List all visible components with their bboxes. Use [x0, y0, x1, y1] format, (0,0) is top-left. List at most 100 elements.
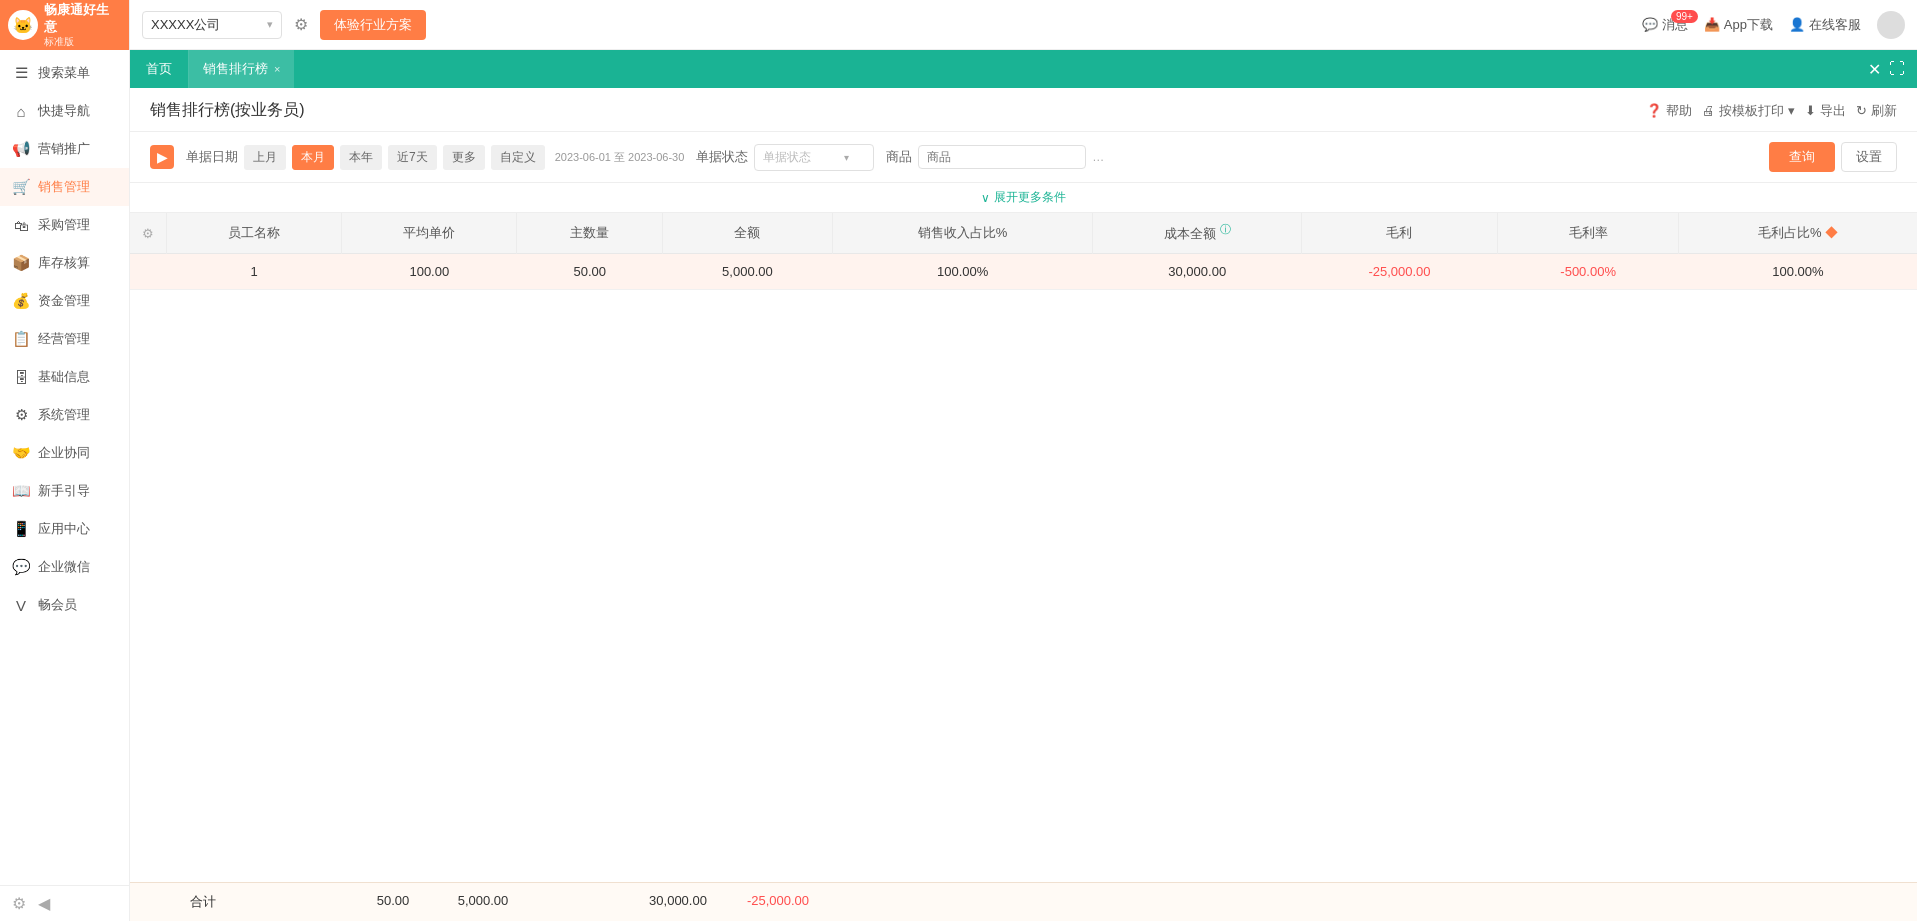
help-button[interactable]: ❓ 帮助 — [1646, 102, 1692, 120]
expand-area: ∨ 展开更多条件 — [130, 183, 1917, 213]
date-this-month[interactable]: 本月 — [292, 145, 334, 170]
date-last-month[interactable]: 上月 — [244, 145, 286, 170]
sidebar-item-label: 采购管理 — [38, 216, 90, 234]
page-actions: ❓ 帮助 🖨 按模板打印 ▾ ⬇ 导出 ↻ 刷新 — [1646, 102, 1897, 120]
support-icon: 👤 — [1789, 17, 1805, 32]
sidebar-item-enterprise[interactable]: 🤝 企业协同 — [0, 434, 129, 472]
date-more[interactable]: 更多 — [443, 145, 485, 170]
bag-icon: 🛍 — [12, 217, 30, 234]
message-icon: 💬 — [1642, 17, 1658, 32]
help-icon: ❓ — [1646, 103, 1662, 118]
sidebar-item-base[interactable]: 🗄 基础信息 — [0, 358, 129, 396]
export-icon: ⬇ — [1805, 103, 1816, 118]
sidebar-menu: ☰ 搜索菜单 ⌂ 快捷导航 📢 营销推广 🛒 销售管理 🛍 采购管理 📦 库存核… — [0, 50, 129, 885]
sidebar-item-sales[interactable]: 🛒 销售管理 — [0, 168, 129, 206]
sidebar-collapse-icon[interactable]: ◀ — [38, 894, 50, 913]
date-7days[interactable]: 近7天 — [388, 145, 437, 170]
sidebar-item-label: 企业协同 — [38, 444, 90, 462]
download-icon: 📥 — [1704, 17, 1720, 32]
sidebar-item-apps[interactable]: 📱 应用中心 — [0, 510, 129, 548]
sidebar-item-label: 营销推广 — [38, 140, 90, 158]
footer-gross-pct — [918, 893, 1008, 911]
col-settings[interactable]: ⚙ — [130, 213, 167, 254]
expand-label: 展开更多条件 — [994, 189, 1066, 206]
online-support-label: 在线客服 — [1809, 16, 1861, 34]
sidebar-item-shortcut[interactable]: ⌂ 快捷导航 — [0, 92, 129, 130]
goods-filter-label: 商品 — [886, 148, 912, 166]
sidebar-item-system[interactable]: ⚙ 系统管理 — [0, 396, 129, 434]
search-menu-icon: ☰ — [12, 64, 30, 82]
tab-home[interactable]: 首页 — [130, 50, 189, 88]
tab-label: 销售排行榜 — [203, 60, 268, 78]
gear-icon: ⚙ — [12, 406, 30, 424]
expand-conditions-button[interactable]: ∨ 展开更多条件 — [981, 183, 1066, 212]
online-support-button[interactable]: 👤 在线客服 — [1789, 16, 1861, 34]
query-button[interactable]: 查询 — [1769, 142, 1835, 172]
tab-home-label: 首页 — [146, 60, 172, 78]
sidebar-item-label: 畅会员 — [38, 596, 77, 614]
home-icon: ⌂ — [12, 103, 30, 120]
clipboard-icon: 📋 — [12, 330, 30, 348]
date-custom[interactable]: 自定义 — [491, 145, 545, 170]
toggle-icon: ▶ — [157, 149, 168, 165]
tab-sales-ranking[interactable]: 销售排行榜 × — [189, 50, 294, 88]
footer-amount: 5,000.00 — [438, 893, 528, 911]
filter-settings-button[interactable]: 设置 — [1841, 142, 1897, 172]
sidebar-item-search[interactable]: ☰ 搜索菜单 — [0, 54, 129, 92]
footer-label: 合计 — [178, 893, 258, 911]
message-button[interactable]: 💬 消息 99+ — [1642, 16, 1688, 34]
row-cost: 30,000.00 — [1093, 254, 1301, 290]
sidebar-item-inventory[interactable]: 📦 库存核算 — [0, 244, 129, 282]
footer-sales-pct — [528, 893, 628, 911]
sidebar-item-finance[interactable]: 💰 资金管理 — [0, 282, 129, 320]
settings-icon[interactable]: ⚙ — [294, 15, 308, 34]
col-gross-pct: 毛利占比% ◆ — [1679, 213, 1917, 254]
avatar[interactable] — [1877, 11, 1905, 39]
filter-toggle-button[interactable]: ▶ — [150, 145, 174, 169]
book-icon: 📖 — [12, 482, 30, 500]
chat-icon: 💬 — [12, 558, 30, 576]
row-qty: 50.00 — [517, 254, 663, 290]
gross-pct-icon: ◆ — [1825, 225, 1838, 240]
sidebar-item-operation[interactable]: 📋 经营管理 — [0, 320, 129, 358]
handshake-icon: 🤝 — [12, 444, 30, 462]
table-footer: 合计 50.00 5,000.00 30,000.00 -25,000.00 — [130, 882, 1917, 921]
trial-button[interactable]: 体验行业方案 — [320, 10, 426, 40]
message-badge: 99+ — [1671, 10, 1698, 23]
tab-expand-icon[interactable]: ⛶ — [1889, 60, 1905, 78]
sidebar-item-marketing[interactable]: 📢 营销推广 — [0, 130, 129, 168]
app-download-button[interactable]: 📥 App下载 — [1704, 16, 1773, 34]
sidebar-item-guide[interactable]: 📖 新手引导 — [0, 472, 129, 510]
table-body: 1 100.00 50.00 5,000.00 100.00% 30,000.0… — [130, 254, 1917, 290]
sidebar-settings-icon[interactable]: ⚙ — [12, 894, 26, 913]
sidebar-item-weixin[interactable]: 💬 企业微信 — [0, 548, 129, 586]
topbar-right: 💬 消息 99+ 📥 App下载 👤 在线客服 — [1642, 11, 1905, 39]
status-select[interactable]: 单据状态 ▾ — [754, 144, 874, 171]
filter-bar: ▶ 单据日期 上月 本月 本年 近7天 更多 自定义 2023-06-01 至 … — [130, 132, 1917, 183]
select-arrow-icon: ▾ — [844, 152, 849, 163]
template-print-button[interactable]: 🖨 按模板打印 ▾ — [1702, 102, 1795, 120]
tab-close-icon[interactable]: × — [274, 63, 280, 75]
row-amount: 5,000.00 — [663, 254, 833, 290]
status-select-value: 单据状态 — [763, 149, 811, 166]
print-icon: 🖨 — [1702, 103, 1715, 118]
cost-info-icon: ⓘ — [1220, 223, 1231, 235]
export-button[interactable]: ⬇ 导出 — [1805, 102, 1846, 120]
sidebar-item-label: 搜索菜单 — [38, 64, 90, 82]
row-settings — [130, 254, 167, 290]
date-this-year[interactable]: 本年 — [340, 145, 382, 170]
tab-close-all-icon[interactable]: ✕ — [1868, 60, 1881, 79]
footer-gross-rate — [828, 893, 918, 911]
sidebar-item-purchase[interactable]: 🛍 采购管理 — [0, 206, 129, 244]
refresh-button[interactable]: ↻ 刷新 — [1856, 102, 1897, 120]
goods-input[interactable] — [918, 145, 1086, 169]
app-name: 畅康通好生意 — [44, 2, 121, 36]
footer-qty: 50.00 — [348, 893, 438, 911]
company-selector[interactable]: XXXXX公司 ▾ — [142, 11, 282, 39]
sidebar-item-member[interactable]: V 畅会员 — [0, 586, 129, 624]
more-filter-icon[interactable]: … — [1092, 150, 1104, 164]
page-header: 销售排行榜(按业务员) ❓ 帮助 🖨 按模板打印 ▾ ⬇ 导出 ↻ 刷新 — [130, 88, 1917, 132]
content: 销售排行榜(按业务员) ❓ 帮助 🖨 按模板打印 ▾ ⬇ 导出 ↻ 刷新 — [130, 88, 1917, 921]
sidebar-item-label: 系统管理 — [38, 406, 90, 424]
status-filter-label: 单据状态 — [696, 148, 748, 166]
